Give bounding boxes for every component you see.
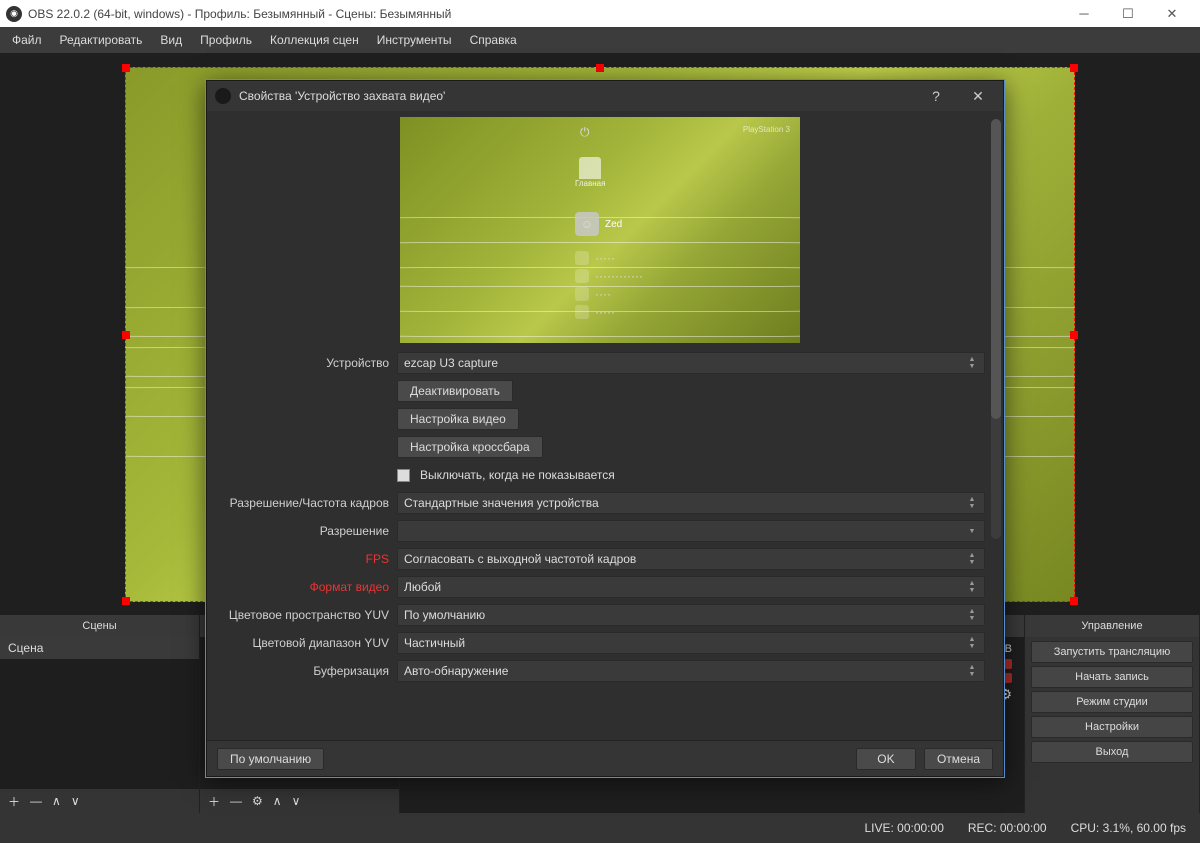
properties-dialog: Свойства 'Устройство захвата видео' ? ✕ … — [206, 80, 1004, 777]
ps3-item-icon — [575, 287, 589, 301]
start-recording-button[interactable]: Начать запись — [1031, 666, 1193, 688]
chevron-updown-icon: ▲▼ — [964, 605, 980, 625]
dialog-scrollbar[interactable] — [991, 119, 1001, 539]
add-scene-icon[interactable]: ＋ — [8, 793, 20, 810]
ps3-item-icon — [575, 269, 589, 283]
chevron-updown-icon: ▲▼ — [964, 493, 980, 513]
menu-tools[interactable]: Инструменты — [369, 29, 460, 51]
disable-when-hidden-label: Выключать, когда не показывается — [420, 468, 615, 482]
ps3-user-label: Zed — [605, 219, 622, 230]
gear-icon[interactable]: ⚙ — [252, 794, 263, 808]
resolution-select[interactable]: ▼ — [397, 520, 985, 542]
close-button[interactable]: ✕ — [1150, 0, 1194, 27]
menu-help[interactable]: Справка — [462, 29, 525, 51]
menubar: Файл Редактировать Вид Профиль Коллекция… — [0, 27, 1200, 53]
remove-scene-icon[interactable]: — — [30, 794, 42, 808]
chevron-updown-icon: ▲▼ — [964, 577, 980, 597]
controls-panel: Управление Запустить трансляцию Начать з… — [1025, 615, 1200, 813]
menu-view[interactable]: Вид — [152, 29, 190, 51]
disable-when-hidden-checkbox[interactable] — [397, 469, 410, 482]
status-cpu: CPU: 3.1%, 60.00 fps — [1071, 821, 1186, 835]
status-rec: REC: 00:00:00 — [968, 821, 1047, 835]
resize-handle[interactable] — [1070, 64, 1078, 72]
resize-handle[interactable] — [1070, 331, 1078, 339]
menu-profile[interactable]: Профиль — [192, 29, 260, 51]
fps-select[interactable]: Согласовать с выходной частотой кадров▲▼ — [397, 548, 985, 570]
chevron-updown-icon: ▲▼ — [964, 549, 980, 569]
chevron-updown-icon: ▲▼ — [964, 661, 980, 681]
resize-handle[interactable] — [122, 64, 130, 72]
deactivate-button[interactable]: Деактивировать — [397, 380, 513, 402]
resize-handle[interactable] — [1070, 597, 1078, 605]
statusbar: LIVE: 00:00:00 REC: 00:00:00 CPU: 3.1%, … — [0, 813, 1200, 843]
resize-handle[interactable] — [122, 331, 130, 339]
device-select[interactable]: ezcap U3 capture ▲▼ — [397, 352, 985, 374]
chevron-updown-icon: ▲▼ — [964, 353, 980, 373]
minimize-button[interactable]: ─ — [1062, 0, 1106, 27]
maximize-button[interactable]: ☐ — [1106, 0, 1150, 27]
dialog-preview: PlayStation 3 ⏻ Главная ☺ Zed — [215, 117, 985, 343]
resolution-label: Разрешение — [215, 524, 397, 538]
resfps-label: Разрешение/Частота кадров — [215, 496, 397, 510]
menu-file[interactable]: Файл — [4, 29, 50, 51]
chevron-updown-icon: ▲▼ — [964, 633, 980, 653]
crossbar-config-button[interactable]: Настройка кроссбара — [397, 436, 543, 458]
video-format-label: Формат видео — [215, 580, 397, 594]
defaults-button[interactable]: По умолчанию — [217, 748, 324, 770]
cancel-button[interactable]: Отмена — [924, 748, 993, 770]
buffering-label: Буферизация — [215, 664, 397, 678]
yuv-range-select[interactable]: Частичный▲▼ — [397, 632, 985, 654]
scene-up-icon[interactable]: ∧ — [52, 794, 61, 808]
source-up-icon[interactable]: ∧ — [273, 794, 282, 808]
window-titlebar: ◉ OBS 22.0.2 (64-bit, windows) - Профиль… — [0, 0, 1200, 27]
dialog-close-button[interactable]: ✕ — [961, 81, 995, 111]
obs-logo-icon — [215, 88, 231, 104]
yuv-space-label: Цветовое пространство YUV — [215, 608, 397, 622]
resize-handle[interactable] — [122, 597, 130, 605]
settings-button[interactable]: Настройки — [1031, 716, 1193, 738]
buffering-select[interactable]: Авто-обнаружение▲▼ — [397, 660, 985, 682]
ps3-item-icon — [575, 305, 589, 319]
chevron-down-icon: ▼ — [964, 521, 980, 541]
scenes-header: Сцены — [0, 615, 199, 637]
fps-label: FPS — [215, 552, 397, 566]
sources-toolbar: ＋ — ⚙ ∧ ∨ — [200, 789, 399, 813]
resfps-select[interactable]: Стандартные значения устройства▲▼ — [397, 492, 985, 514]
menu-scene-collection[interactable]: Коллекция сцен — [262, 29, 367, 51]
remove-source-icon[interactable]: — — [230, 794, 242, 808]
home-icon — [579, 157, 601, 179]
scrollbar-thumb[interactable] — [991, 119, 1001, 419]
source-down-icon[interactable]: ∨ — [292, 794, 301, 808]
ps3-home-label: Главная — [575, 179, 605, 188]
yuv-space-select[interactable]: По умолчанию▲▼ — [397, 604, 985, 626]
add-source-icon[interactable]: ＋ — [208, 793, 220, 810]
resize-handle[interactable] — [596, 64, 604, 72]
video-config-button[interactable]: Настройка видео — [397, 408, 519, 430]
window-title: OBS 22.0.2 (64-bit, windows) - Профиль: … — [28, 7, 1062, 21]
start-streaming-button[interactable]: Запустить трансляцию — [1031, 641, 1193, 663]
scenes-panel: Сцены Сцена ＋ — ∧ ∨ — [0, 615, 200, 813]
dialog-titlebar[interactable]: Свойства 'Устройство захвата видео' ? ✕ — [207, 81, 1003, 111]
dialog-help-button[interactable]: ? — [919, 81, 953, 111]
scene-item[interactable]: Сцена — [0, 637, 199, 659]
power-icon: ⏻ — [580, 125, 590, 140]
controls-header: Управление — [1025, 615, 1199, 637]
user-avatar-icon: ☺ — [575, 212, 599, 236]
exit-button[interactable]: Выход — [1031, 741, 1193, 763]
dialog-title: Свойства 'Устройство захвата видео' — [239, 89, 911, 103]
obs-logo-icon: ◉ — [6, 6, 22, 22]
dialog-footer: По умолчанию OK Отмена — [207, 740, 1003, 776]
ps3-item-icon — [575, 251, 589, 265]
scenes-toolbar: ＋ — ∧ ∨ — [0, 789, 199, 813]
status-live: LIVE: 00:00:00 — [864, 821, 943, 835]
ps3-brand: PlayStation 3 — [743, 125, 790, 134]
yuv-range-label: Цветовой диапазон YUV — [215, 636, 397, 650]
video-format-select[interactable]: Любой▲▼ — [397, 576, 985, 598]
studio-mode-button[interactable]: Режим студии — [1031, 691, 1193, 713]
menu-edit[interactable]: Редактировать — [52, 29, 151, 51]
scene-down-icon[interactable]: ∨ — [71, 794, 80, 808]
device-label: Устройство — [215, 356, 397, 370]
ok-button[interactable]: OK — [856, 748, 916, 770]
